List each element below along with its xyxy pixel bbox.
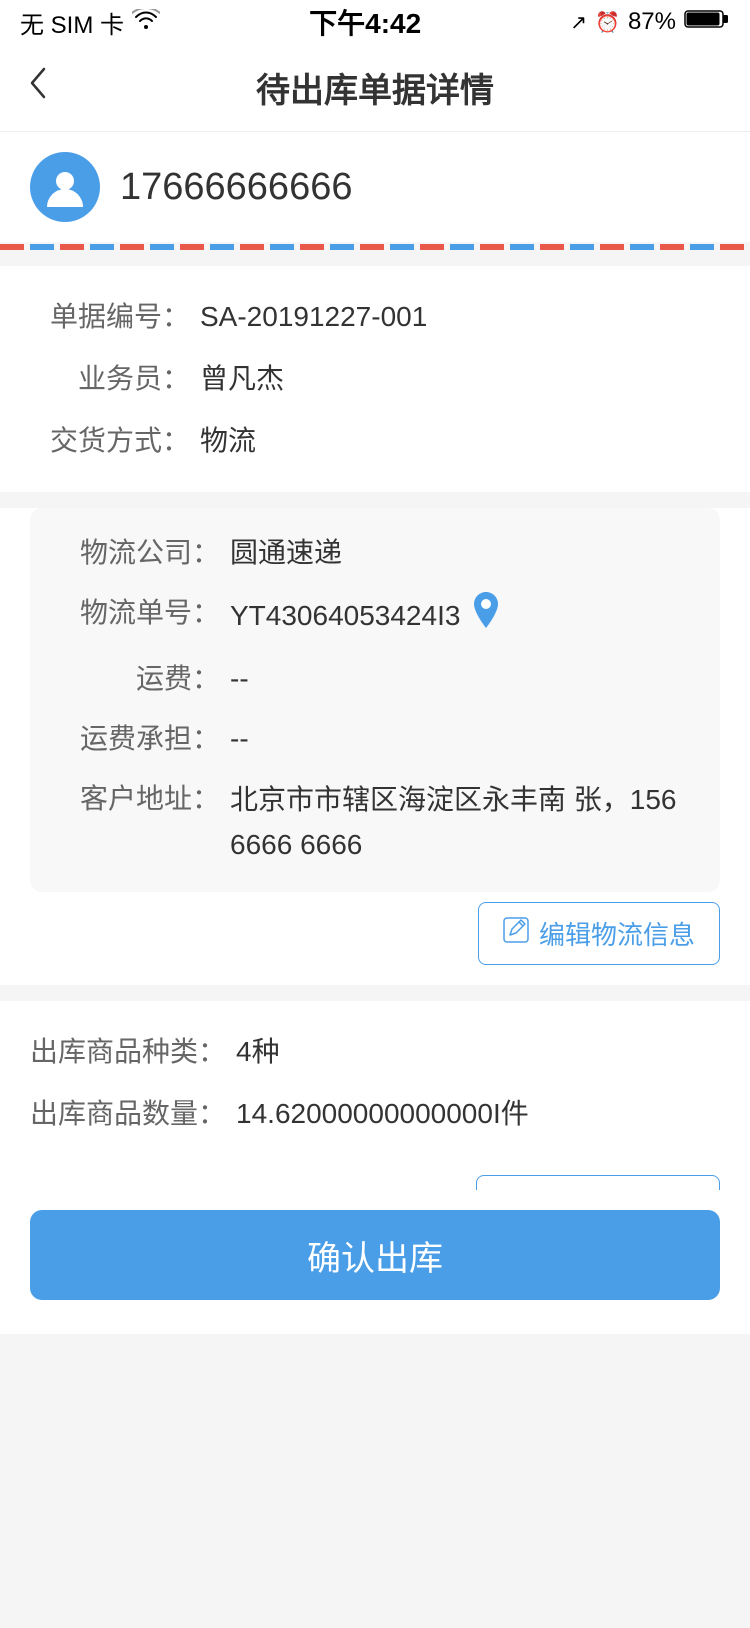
avatar xyxy=(30,152,100,222)
document-number-label: 单据编号： xyxy=(30,296,190,338)
goods-types-label: 出库商品种类： xyxy=(30,1031,226,1073)
page-title: 待出库单据详情 xyxy=(256,63,494,112)
edit-logistics-label: 编辑物流信息 xyxy=(539,915,695,952)
main-content: 17666666666 单据编号： SA-20191227-001 业务员： 曾… xyxy=(0,132,750,1628)
nav-bar: 待出库单据详情 xyxy=(0,44,750,132)
phone-number: 17666666666 xyxy=(120,166,352,209)
logistics-freight-label: 运费： xyxy=(60,658,220,700)
status-time: 下午4:42 xyxy=(309,2,421,42)
logistics-company-value: 圆通速递 xyxy=(230,532,690,574)
alarm-icon: ⏰ xyxy=(595,10,620,35)
status-right: ↗ ⏰ 87% xyxy=(570,8,730,37)
logistics-freight-value: -- xyxy=(230,658,690,700)
delivery-method-label: 交货方式： xyxy=(30,420,190,462)
logistics-tracking-label: 物流单号： xyxy=(60,592,220,634)
logistics-freight-bearer-value: -- xyxy=(230,718,690,760)
logistics-section: 物流公司： 圆通速递 物流单号： YT43064053424I3 运费： xyxy=(0,508,750,985)
goods-types-row: 出库商品种类： 4种 xyxy=(30,1031,720,1073)
confirm-btn-wrap: 确认出库 xyxy=(0,1190,750,1334)
goods-types-value: 4种 xyxy=(236,1031,720,1073)
logistics-freight-bearer-label: 运费承担： xyxy=(60,718,220,760)
goods-quantity-row: 出库商品数量： 14.62000000000000I件 xyxy=(30,1093,720,1135)
status-bar: 无 SIM 卡 下午4:42 ↗ ⏰ 87% xyxy=(0,0,750,44)
staff-value: 曾凡杰 xyxy=(200,358,720,400)
logistics-company-row: 物流公司： 圆通速递 xyxy=(60,532,690,574)
logistics-address-row: 客户地址： 北京市市辖区海淀区永丰南 张，156 6666 6666 xyxy=(60,778,690,868)
goods-section: 出库商品种类： 4种 出库商品数量： 14.62000000000000I件 xyxy=(0,1001,750,1165)
confirm-label: 确认出库 xyxy=(307,1231,443,1280)
status-left: 无 SIM 卡 xyxy=(20,5,160,40)
section-divider-1 xyxy=(0,985,750,1001)
logistics-freight-row: 运费： -- xyxy=(60,658,690,700)
delivery-method-row: 交货方式： 物流 xyxy=(30,420,720,462)
carrier-text: 无 SIM 卡 xyxy=(20,5,124,40)
logistics-address-value: 北京市市辖区海淀区永丰南 张，156 6666 6666 xyxy=(230,778,690,868)
logistics-address-label: 客户地址： xyxy=(60,778,220,820)
goods-quantity-value: 14.62000000000000I件 xyxy=(236,1093,720,1135)
wifi-icon xyxy=(132,9,160,35)
phone-header-section: 17666666666 xyxy=(0,132,750,242)
staff-label: 业务员： xyxy=(30,358,190,400)
confirm-button[interactable]: 确认出库 xyxy=(30,1210,720,1300)
document-number-row: 单据编号： SA-20191227-001 xyxy=(30,296,720,338)
edit-logistics-button[interactable]: 编辑物流信息 xyxy=(478,902,720,965)
document-number-value: SA-20191227-001 xyxy=(200,296,720,338)
logistics-tracking-row: 物流单号： YT43064053424I3 xyxy=(60,592,690,640)
delivery-method-value: 物流 xyxy=(200,420,720,462)
goods-quantity-label: 出库商品数量： xyxy=(30,1093,226,1135)
edit-icon xyxy=(503,917,529,950)
logistics-freight-bearer-row: 运费承担： -- xyxy=(60,718,690,760)
logistics-card: 物流公司： 圆通速递 物流单号： YT43064053424I3 运费： xyxy=(30,508,720,892)
logistics-tracking-value: YT43064053424I3 xyxy=(230,592,690,640)
basic-info-section: 单据编号： SA-20191227-001 业务员： 曾凡杰 交货方式： 物流 xyxy=(0,266,750,492)
dashed-divider xyxy=(0,244,750,250)
map-pin-icon[interactable] xyxy=(470,592,502,640)
location-icon: ↗ xyxy=(570,10,587,35)
battery-icon xyxy=(684,8,730,37)
edit-logistics-btn-wrap: 编辑物流信息 xyxy=(0,892,750,985)
staff-row: 业务员： 曾凡杰 xyxy=(30,358,720,400)
back-button[interactable] xyxy=(24,61,52,114)
battery-text: 87% xyxy=(628,8,676,36)
logistics-company-label: 物流公司： xyxy=(60,532,220,574)
